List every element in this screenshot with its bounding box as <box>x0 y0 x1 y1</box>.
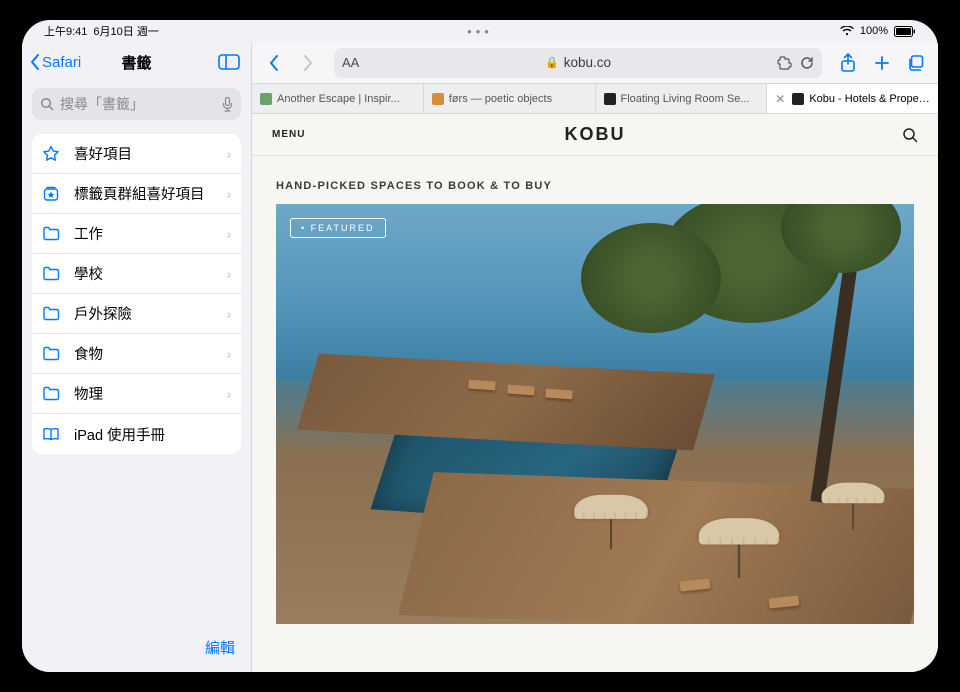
close-tab-icon[interactable]: ✕ <box>775 92 785 106</box>
search-icon <box>40 97 54 111</box>
star-icon <box>42 145 66 163</box>
tabs-overview-button[interactable] <box>902 49 930 77</box>
page-brand-logo[interactable]: KOBU <box>565 124 626 145</box>
mic-icon[interactable] <box>222 97 233 112</box>
folder-icon <box>42 226 66 241</box>
status-time: 上午9:41 <box>44 23 87 39</box>
chevron-right-icon: › <box>226 346 231 362</box>
chevron-right-icon: › <box>226 266 231 282</box>
favicon-icon <box>792 93 804 105</box>
bookmark-label: 學校 <box>74 263 226 284</box>
page-header: MENU KOBU <box>252 114 938 156</box>
search-placeholder: 搜尋「書籤」 <box>60 94 216 114</box>
battery-icon <box>894 26 916 37</box>
bookmark-row[interactable]: 標籤頁群組喜好項目› <box>32 174 241 214</box>
status-bar: 上午9:41 6月10日 週一 ••• 100% <box>22 20 938 42</box>
chevron-right-icon: › <box>226 386 231 402</box>
chevron-right-icon: › <box>226 146 231 162</box>
browser-tab[interactable]: Another Escape | Inspir... <box>252 84 424 113</box>
favicon-icon <box>432 93 444 105</box>
chevron-right-icon: › <box>226 306 231 322</box>
page-settings-button[interactable]: AA <box>342 55 359 70</box>
bookmark-search-input[interactable]: 搜尋「書籤」 <box>32 88 241 120</box>
status-date: 6月10日 週一 <box>93 23 158 39</box>
bookmark-row[interactable]: 物理› <box>32 374 241 414</box>
bookmark-list: 喜好項目›標籤頁群組喜好項目›工作›學校›戶外探險›食物›物理›iPad 使用手… <box>32 134 241 454</box>
lock-icon: 🔒 <box>545 56 559 69</box>
bookmark-label: 工作 <box>74 223 226 244</box>
browser-tab[interactable]: ✕ Kobu - Hotels & Propert... <box>767 84 938 113</box>
url-bar[interactable]: AA 🔒 kobu.co <box>334 48 822 78</box>
tab-title: førs — poetic objects <box>449 93 552 105</box>
tabs-row: Another Escape | Inspir... førs — poetic … <box>252 84 938 114</box>
browser-tab[interactable]: førs — poetic objects <box>424 84 596 113</box>
bookmark-row[interactable]: 喜好項目› <box>32 134 241 174</box>
sidebar-title: 書籤 <box>121 52 151 73</box>
bookmark-row[interactable]: iPad 使用手冊 <box>32 414 241 454</box>
extensions-button[interactable] <box>777 55 792 70</box>
bookmark-label: 喜好項目 <box>74 143 226 164</box>
battery-percent: 100% <box>860 25 888 37</box>
stack-star-icon <box>42 185 66 203</box>
hero-image[interactable]: • FEATURED <box>276 204 914 624</box>
folder-icon <box>42 346 66 361</box>
back-label: Safari <box>42 54 81 71</box>
chevron-right-icon: › <box>226 226 231 242</box>
page-menu-button[interactable]: MENU <box>272 129 305 140</box>
tab-title: Another Escape | Inspir... <box>277 93 400 105</box>
nav-forward-button <box>294 49 322 77</box>
browser-content: AA 🔒 kobu.co <box>252 42 938 672</box>
wifi-icon <box>840 26 854 36</box>
tab-title: Floating Living Room Se... <box>621 93 750 105</box>
share-button[interactable] <box>834 49 862 77</box>
favicon-icon <box>260 93 272 105</box>
back-to-safari-button[interactable]: Safari <box>30 54 81 71</box>
featured-badge: • FEATURED <box>290 218 386 238</box>
bookmark-label: iPad 使用手冊 <box>74 424 231 445</box>
chevron-right-icon: › <box>226 186 231 202</box>
folder-icon <box>42 266 66 281</box>
browser-toolbar: AA 🔒 kobu.co <box>252 42 938 84</box>
folder-icon <box>42 386 66 401</box>
bookmark-row[interactable]: 工作› <box>32 214 241 254</box>
page-tagline: HAND-PICKED SPACES TO BOOK & TO BUY <box>252 156 938 204</box>
bookmark-label: 物理 <box>74 383 226 404</box>
bookmark-row[interactable]: 學校› <box>32 254 241 294</box>
bookmark-label: 戶外探險 <box>74 303 226 324</box>
webpage[interactable]: MENU KOBU HAND-PICKED SPACES TO BOOK & T… <box>252 114 938 672</box>
bookmark-label: 食物 <box>74 343 226 364</box>
new-tab-button[interactable] <box>868 49 896 77</box>
bookmark-label: 標籤頁群組喜好項目 <box>74 183 226 204</box>
folder-icon <box>42 306 66 321</box>
browser-tab[interactable]: Floating Living Room Se... <box>596 84 768 113</box>
bookmark-row[interactable]: 食物› <box>32 334 241 374</box>
refresh-button[interactable] <box>800 56 814 70</box>
favicon-icon <box>604 93 616 105</box>
url-text: kobu.co <box>564 55 611 70</box>
book-icon <box>42 427 66 442</box>
nav-back-button[interactable] <box>260 49 288 77</box>
sidebar-toggle-button[interactable] <box>215 50 243 74</box>
bookmarks-sidebar: Safari 書籤 搜尋「書籤」 <box>22 42 252 672</box>
bookmark-row[interactable]: 戶外探險› <box>32 294 241 334</box>
edit-button[interactable]: 編輯 <box>205 640 235 657</box>
page-search-button[interactable] <box>902 127 918 143</box>
tab-title: Kobu - Hotels & Propert... <box>809 93 930 105</box>
multitask-dots[interactable]: ••• <box>467 24 493 39</box>
